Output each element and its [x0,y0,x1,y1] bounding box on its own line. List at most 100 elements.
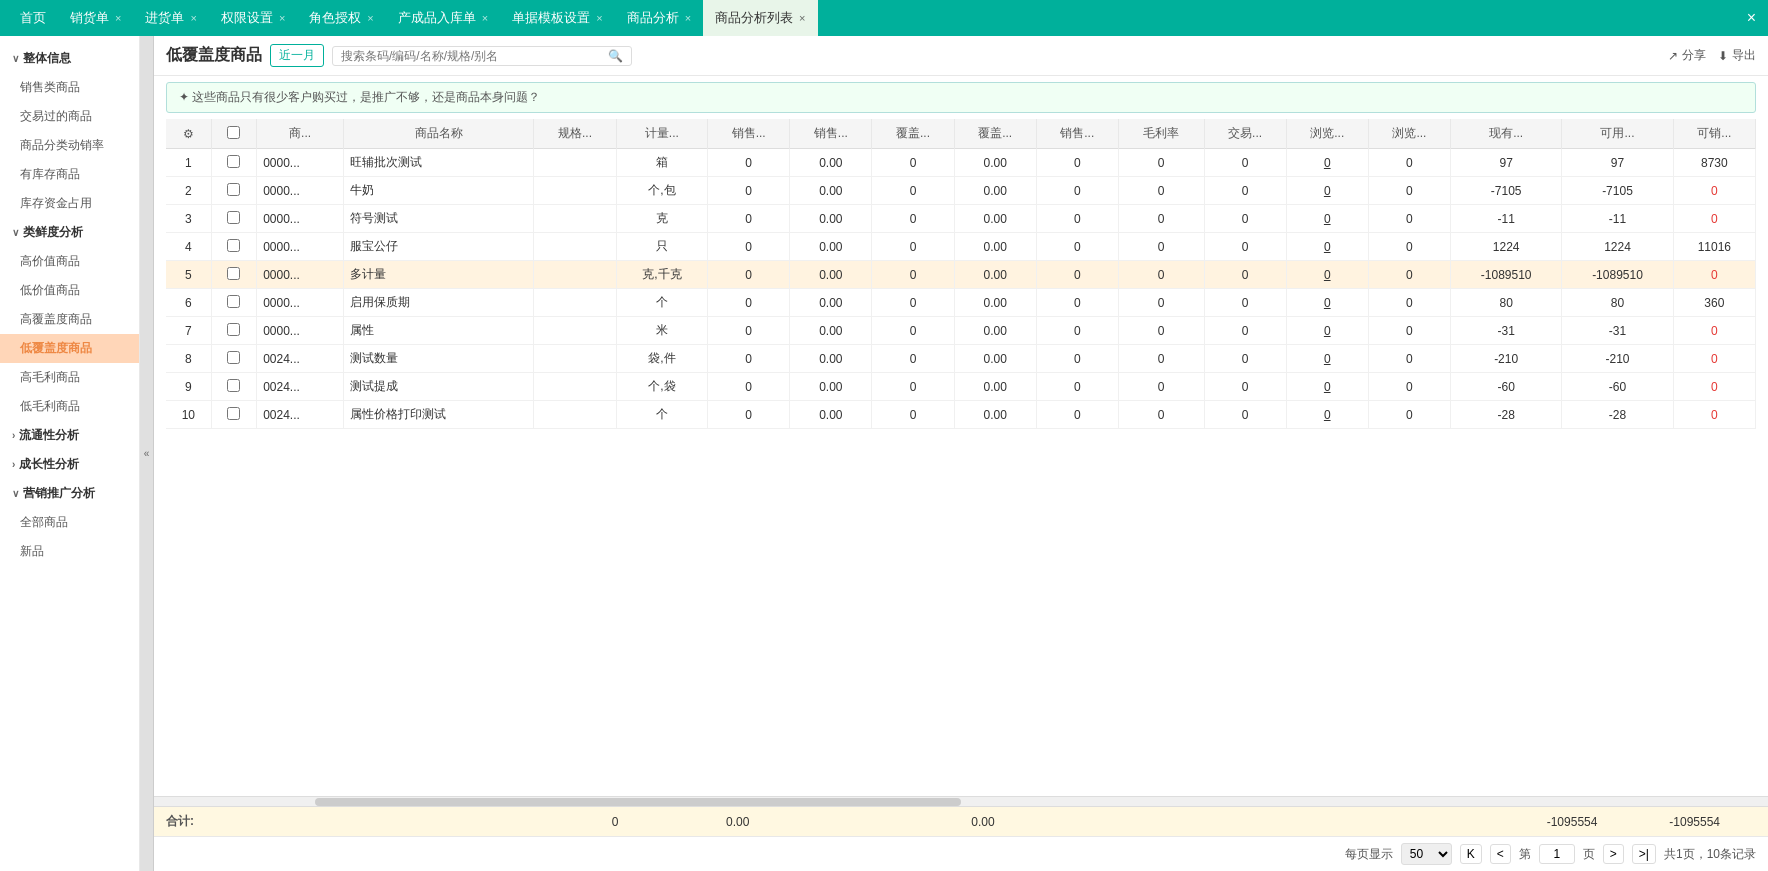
col-stock2[interactable]: 可用... [1562,119,1673,149]
cell-name[interactable]: 属性 [343,317,533,345]
col-browse2[interactable]: 浏览... [1368,119,1450,149]
first-page-button[interactable]: K [1460,844,1482,864]
sidebar-item-new-goods[interactable]: 新品 [0,537,139,566]
col-trade[interactable]: 交易... [1204,119,1286,149]
row-checkbox[interactable] [227,267,240,280]
close-icon[interactable]: × [596,12,602,24]
sidebar-group-marketing[interactable]: ∨ 营销推广分析 [0,479,139,508]
close-icon[interactable]: × [190,12,196,24]
col-settings[interactable]: ⚙ [166,119,211,149]
cell-browse1[interactable]: 0 [1286,233,1368,261]
col-sales1[interactable]: 销售... [708,119,790,149]
scrollbar-thumb[interactable] [315,798,961,806]
last-page-button[interactable]: >| [1632,844,1656,864]
prev-page-button[interactable]: < [1490,844,1511,864]
cell-checkbox[interactable] [211,289,256,317]
cell-browse1[interactable]: 0 [1286,205,1368,233]
sidebar-group-freshness[interactable]: ∨ 类鲜度分析 [0,218,139,247]
nav-tab-purchase[interactable]: 进货单 × [133,0,208,36]
sidebar-item-sales-goods[interactable]: 销售类商品 [0,73,139,102]
cell-name[interactable]: 旺辅批次测试 [343,149,533,177]
col-stock3[interactable]: 可销... [1673,119,1755,149]
cell-checkbox[interactable] [211,345,256,373]
select-all-checkbox[interactable] [227,126,240,139]
nav-tab-analysis-list[interactable]: 商品分析列表 × [703,0,817,36]
page-input[interactable] [1539,844,1575,864]
col-sales3[interactable]: 销售... [1036,119,1118,149]
sidebar-item-low-value[interactable]: 低价值商品 [0,276,139,305]
cell-browse1[interactable]: 0 [1286,317,1368,345]
sidebar-group-overall[interactable]: ∨ 整体信息 [0,44,139,73]
per-page-select[interactable]: 50 100 200 [1401,843,1452,865]
nav-tab-sales[interactable]: 销货单 × [58,0,133,36]
cell-name[interactable]: 启用保质期 [343,289,533,317]
horizontal-scrollbar[interactable] [154,796,1768,806]
col-cover2[interactable]: 覆盖... [954,119,1036,149]
close-icon[interactable]: × [799,12,805,24]
close-icon[interactable]: × [279,12,285,24]
col-sales2[interactable]: 销售... [790,119,872,149]
row-checkbox[interactable] [227,183,240,196]
sidebar-collapse-button[interactable]: « [140,36,154,871]
row-checkbox[interactable] [227,239,240,252]
row-checkbox[interactable] [227,379,240,392]
sidebar-item-stock-capital[interactable]: 库存资金占用 [0,189,139,218]
cell-checkbox[interactable] [211,401,256,429]
sidebar-item-high-coverage[interactable]: 高覆盖度商品 [0,305,139,334]
close-icon[interactable]: × [115,12,121,24]
cell-name[interactable]: 属性价格打印测试 [343,401,533,429]
cell-browse1[interactable]: 0 [1286,345,1368,373]
nav-tab-role[interactable]: 角色授权 × [297,0,385,36]
nav-tab-analysis[interactable]: 商品分析 × [615,0,703,36]
sidebar-item-high-value[interactable]: 高价值商品 [0,247,139,276]
sidebar-item-category-rate[interactable]: 商品分类动销率 [0,131,139,160]
cell-checkbox[interactable] [211,261,256,289]
sidebar-item-all-goods[interactable]: 全部商品 [0,508,139,537]
sidebar-item-low-profit[interactable]: 低毛利商品 [0,392,139,421]
row-checkbox[interactable] [227,323,240,336]
row-checkbox[interactable] [227,351,240,364]
search-icon[interactable]: 🔍 [608,49,623,63]
nav-tab-permissions[interactable]: 权限设置 × [209,0,297,36]
cell-name[interactable]: 测试数量 [343,345,533,373]
cell-checkbox[interactable] [211,205,256,233]
share-button[interactable]: ↗ 分享 [1668,47,1706,64]
cell-browse1[interactable]: 0 [1286,373,1368,401]
col-spec[interactable]: 规格... [534,119,616,149]
sidebar-item-stocked-goods[interactable]: 有库存商品 [0,160,139,189]
close-icon[interactable]: × [367,12,373,24]
cell-browse1[interactable]: 0 [1286,401,1368,429]
cell-checkbox[interactable] [211,317,256,345]
row-checkbox[interactable] [227,407,240,420]
cell-browse1[interactable]: 0 [1286,289,1368,317]
sidebar-item-low-coverage[interactable]: 低覆盖度商品 [0,334,139,363]
cell-name[interactable]: 牛奶 [343,177,533,205]
col-stock1[interactable]: 现有... [1450,119,1561,149]
cell-checkbox[interactable] [211,177,256,205]
col-browse1[interactable]: 浏览... [1286,119,1368,149]
row-checkbox[interactable] [227,211,240,224]
nav-tab-home[interactable]: 首页 [8,0,58,36]
cell-name[interactable]: 测试提成 [343,373,533,401]
settings-icon[interactable]: ⚙ [183,127,194,141]
nav-tab-template[interactable]: 单据模板设置 × [500,0,614,36]
next-page-button[interactable]: > [1603,844,1624,864]
col-code[interactable]: 商... [257,119,344,149]
export-button[interactable]: ⬇ 导出 [1718,47,1756,64]
col-gross[interactable]: 毛利率 [1118,119,1204,149]
cell-name[interactable]: 服宝公仔 [343,233,533,261]
sidebar-item-high-profit[interactable]: 高毛利商品 [0,363,139,392]
col-checkbox[interactable] [211,119,256,149]
sidebar-group-growth[interactable]: › 成长性分析 [0,450,139,479]
sidebar-group-liquidity[interactable]: › 流通性分析 [0,421,139,450]
row-checkbox[interactable] [227,295,240,308]
cell-name[interactable]: 多计量 [343,261,533,289]
cell-browse1[interactable]: 0 [1286,177,1368,205]
close-icon[interactable]: × [685,12,691,24]
col-cover1[interactable]: 覆盖... [872,119,954,149]
cell-checkbox[interactable] [211,233,256,261]
col-name[interactable]: 商品名称 [343,119,533,149]
sidebar-item-traded-goods[interactable]: 交易过的商品 [0,102,139,131]
cell-browse1[interactable]: 0 [1286,149,1368,177]
nav-tab-warehouse[interactable]: 产成品入库单 × [386,0,500,36]
